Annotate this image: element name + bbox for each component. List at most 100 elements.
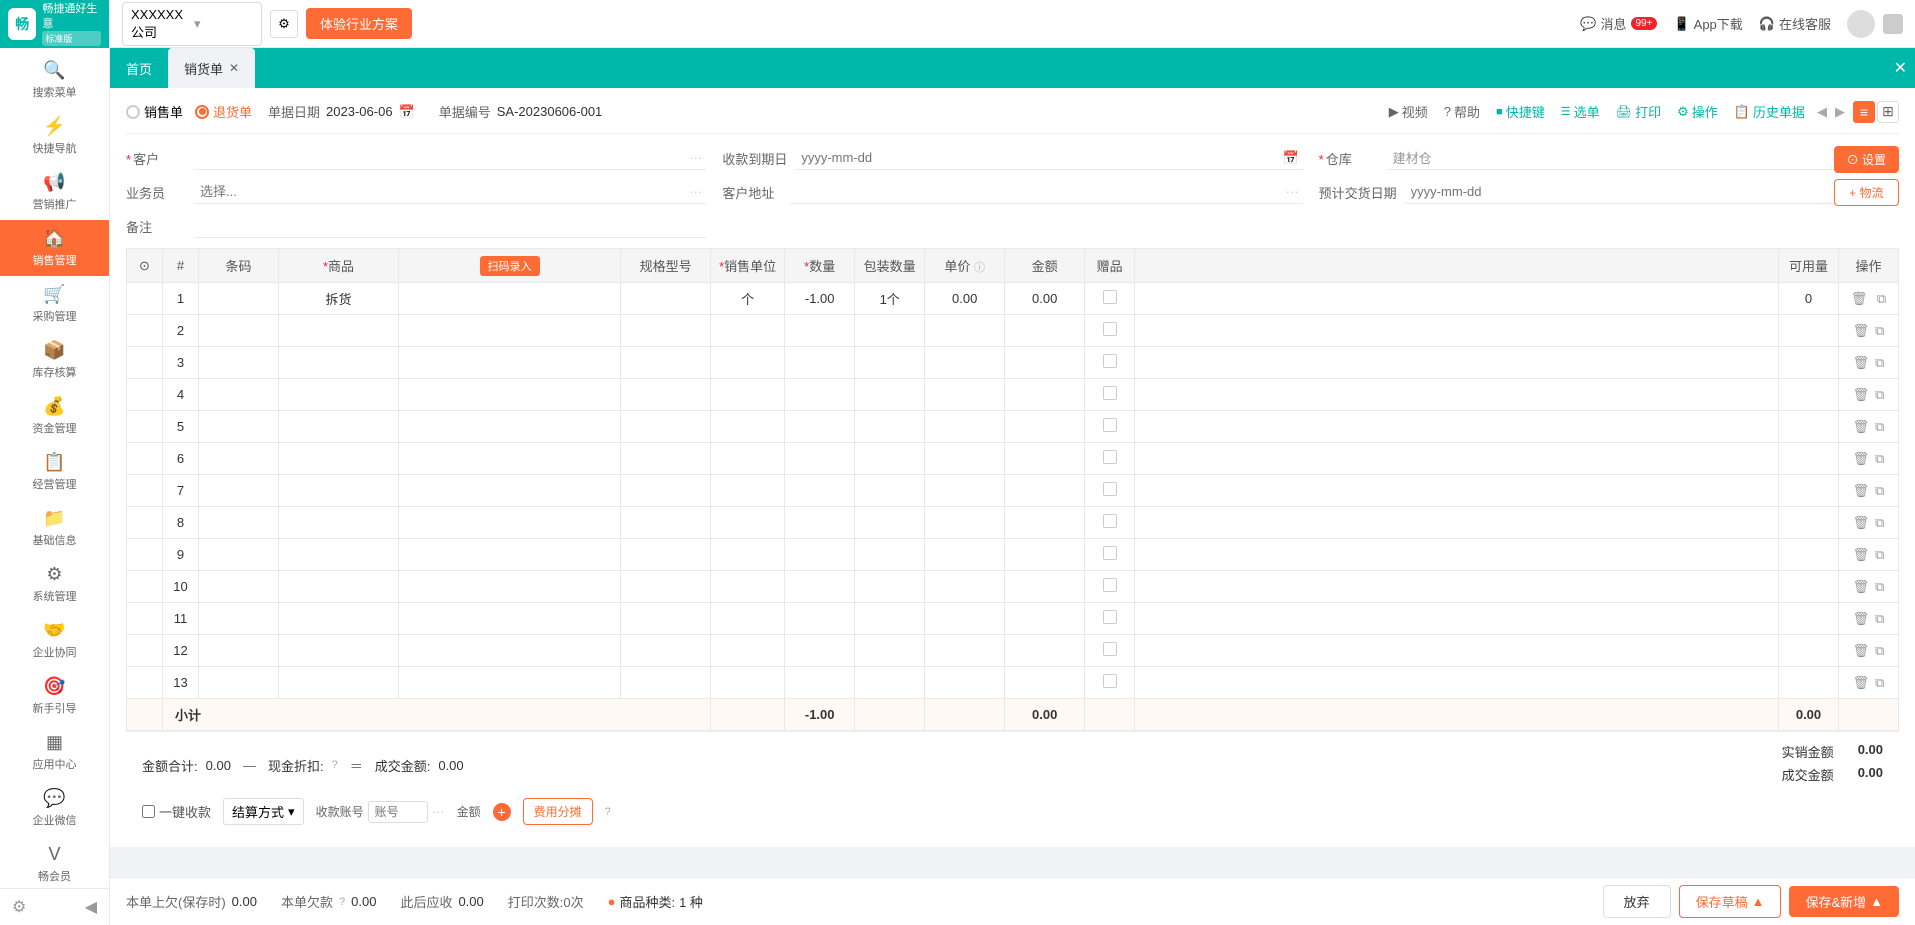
- bank-account-input[interactable]: [368, 801, 428, 823]
- user-menu[interactable]: [1883, 14, 1903, 34]
- sidebar-item-search[interactable]: 🔍 搜索菜单: [0, 52, 109, 108]
- row-gift[interactable]: [1085, 283, 1135, 315]
- total-owe-help[interactable]: ?: [339, 896, 345, 908]
- delete-icon[interactable]: 🗑: [1853, 451, 1870, 466]
- copy-icon[interactable]: ⧉: [1877, 291, 1886, 306]
- tab-close-icon[interactable]: ✕: [229, 61, 239, 75]
- settings-icon[interactable]: ⚙: [12, 897, 26, 917]
- close-all-icon[interactable]: ✕: [1894, 58, 1907, 78]
- delete-icon[interactable]: 🗑: [1853, 611, 1870, 626]
- discard-btn[interactable]: 放弃: [1603, 885, 1671, 918]
- one-key-pay-checkbox[interactable]: 一键收款: [142, 802, 211, 821]
- tab-home[interactable]: 首页: [110, 48, 168, 88]
- copy-icon[interactable]: ⧉: [1875, 643, 1884, 658]
- prev-icon[interactable]: ◀: [1817, 104, 1827, 120]
- delete-icon[interactable]: 🗑: [1853, 323, 1870, 338]
- radio-sale[interactable]: 销售单: [126, 102, 183, 121]
- bank-suffix[interactable]: ···: [432, 804, 445, 819]
- delete-icon[interactable]: 🗑: [1853, 547, 1870, 562]
- header-gear-button[interactable]: ⚙: [270, 10, 298, 38]
- calendar-icon[interactable]: 📅: [399, 104, 415, 120]
- tab-sales-order[interactable]: 销货单 ✕: [168, 48, 255, 88]
- sidebar-item-finance[interactable]: 💰 资金管理: [0, 388, 109, 444]
- delete-icon[interactable]: 🗑: [1853, 643, 1870, 658]
- copy-icon[interactable]: ⧉: [1875, 387, 1884, 402]
- app-download-btn[interactable]: 📱 App下载: [1673, 14, 1742, 33]
- address-suffix[interactable]: ···: [1282, 184, 1303, 199]
- warehouse-input[interactable]: [1387, 146, 1878, 169]
- payment-calendar-icon[interactable]: 📅: [1278, 150, 1302, 166]
- logistics-btn[interactable]: + 物流: [1834, 179, 1899, 206]
- row-qty[interactable]: -1.00: [785, 283, 855, 315]
- grid-view-btn[interactable]: ⊞: [1877, 101, 1899, 123]
- collapse-icon[interactable]: ◀: [85, 897, 97, 917]
- sidebar-item-inventory[interactable]: 📦 库存核算: [0, 332, 109, 388]
- delete-icon[interactable]: 🗑: [1853, 419, 1870, 434]
- delete-icon[interactable]: 🗑: [1853, 675, 1870, 690]
- sidebar-item-system[interactable]: ⚙ 系统管理: [0, 556, 109, 612]
- service-btn[interactable]: 🎧 在线客服: [1759, 14, 1831, 33]
- sidebar-item-sales[interactable]: 🏠 销售管理: [0, 220, 109, 276]
- payment-due-input[interactable]: [795, 146, 1278, 169]
- trial-btn[interactable]: 体验行业方案: [306, 8, 412, 39]
- list-view-btn[interactable]: ≡: [1853, 101, 1875, 123]
- sidebar-item-member[interactable]: V 畅会员: [0, 836, 109, 888]
- sidebar-item-ops[interactable]: 📋 经营管理: [0, 444, 109, 500]
- copy-icon[interactable]: ⧉: [1875, 579, 1884, 594]
- copy-icon[interactable]: ⧉: [1875, 611, 1884, 626]
- delete-icon[interactable]: 🗑: [1853, 515, 1870, 530]
- remarks-input[interactable]: [194, 214, 706, 238]
- print-btn[interactable]: 🖨 打印: [1612, 100, 1666, 123]
- delete-icon[interactable]: 🗑: [1853, 387, 1870, 402]
- fee-help-icon[interactable]: ?: [605, 806, 611, 818]
- select-btn[interactable]: ☰ 选单: [1557, 100, 1604, 123]
- next-icon[interactable]: ▶: [1835, 104, 1845, 120]
- salesperson-input[interactable]: [194, 180, 685, 203]
- row-price[interactable]: 0.00: [925, 283, 1005, 315]
- sidebar-item-purchase[interactable]: 🛒 采购管理: [0, 276, 109, 332]
- sidebar-item-apps[interactable]: ▦ 应用中心: [0, 724, 109, 780]
- row-spec[interactable]: [621, 283, 711, 315]
- delete-icon[interactable]: 🗑: [1853, 355, 1870, 370]
- company-selector[interactable]: XXXXXX公司 ▾: [122, 2, 262, 46]
- sidebar-item-quick-nav[interactable]: ⚡ 快捷导航: [0, 108, 109, 164]
- delivery-date-input[interactable]: [1405, 180, 1875, 203]
- sidebar-item-wechat[interactable]: 💬 企业微信: [0, 780, 109, 836]
- delete-icon[interactable]: 🗑: [1853, 483, 1870, 498]
- salesperson-suffix[interactable]: ···: [685, 184, 706, 199]
- copy-icon[interactable]: ⧉: [1875, 355, 1884, 370]
- scan-btn[interactable]: 扫码录入: [480, 256, 540, 276]
- help-icon-calc[interactable]: ?: [332, 759, 338, 771]
- add-payment-btn[interactable]: +: [493, 803, 511, 821]
- save-new-btn[interactable]: 保存&新增 ▲: [1789, 886, 1899, 917]
- message-btn[interactable]: 💬 消息 99+: [1580, 14, 1657, 33]
- customer-address-input[interactable]: [790, 180, 1281, 203]
- copy-icon[interactable]: ⧉: [1875, 675, 1884, 690]
- video-btn[interactable]: ▶ 视频: [1385, 100, 1432, 123]
- copy-icon[interactable]: ⧉: [1875, 323, 1884, 338]
- copy-icon[interactable]: ⧉: [1875, 515, 1884, 530]
- calc-method-select[interactable]: 结算方式 ▾: [223, 798, 304, 825]
- save-draft-btn[interactable]: 保存草稿 ▲: [1679, 885, 1782, 918]
- shortcut-btn[interactable]: ■ 快捷键: [1492, 100, 1549, 123]
- copy-icon[interactable]: ⧉: [1875, 419, 1884, 434]
- radio-return[interactable]: 退货单: [195, 102, 252, 121]
- sidebar-item-basics[interactable]: 📁 基础信息: [0, 500, 109, 556]
- history-btn[interactable]: 📋 历史单据: [1730, 100, 1809, 123]
- fee-split-btn[interactable]: 费用分摊: [523, 798, 593, 825]
- copy-icon[interactable]: ⧉: [1875, 547, 1884, 562]
- sidebar-item-guide[interactable]: 🎯 新手引导: [0, 668, 109, 724]
- help-btn[interactable]: ? 帮助: [1440, 100, 1484, 123]
- row-barcode[interactable]: [199, 283, 279, 315]
- sidebar-item-collab[interactable]: 🤝 企业协同: [0, 612, 109, 668]
- delete-icon[interactable]: 🗑: [1851, 291, 1868, 306]
- customer-suffix[interactable]: ···: [685, 150, 706, 165]
- copy-icon[interactable]: ⧉: [1875, 451, 1884, 466]
- delete-icon[interactable]: 🗑: [1853, 579, 1870, 594]
- ops-btn[interactable]: ⚙ 操作: [1673, 100, 1722, 123]
- customer-input[interactable]: [194, 146, 685, 169]
- copy-icon[interactable]: ⧉: [1875, 483, 1884, 498]
- avatar[interactable]: [1847, 10, 1875, 38]
- sidebar-item-marketing[interactable]: 📢 营销推广: [0, 164, 109, 220]
- one-key-pay-check[interactable]: [142, 805, 155, 818]
